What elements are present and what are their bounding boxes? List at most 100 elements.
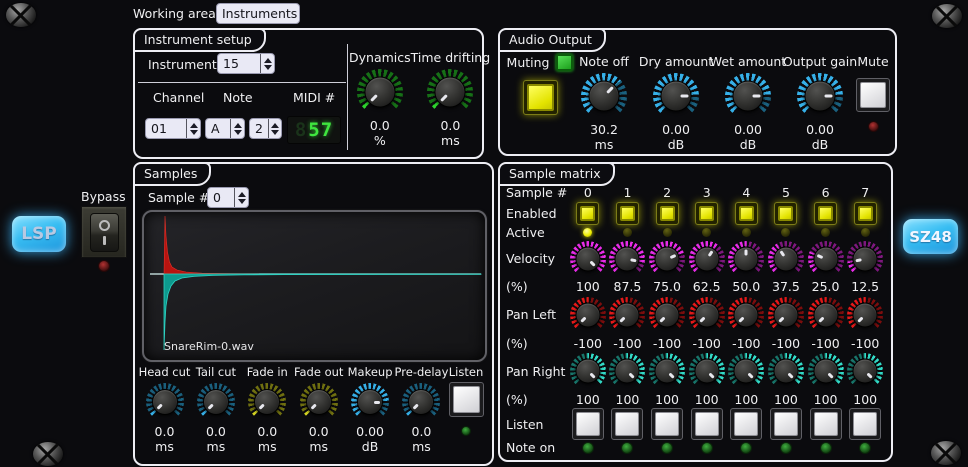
pan-right-knob[interactable] <box>768 353 804 389</box>
listen-button[interactable] <box>651 408 683 440</box>
velocity-knob[interactable] <box>728 241 764 277</box>
pan-left-knob[interactable] <box>649 297 685 333</box>
enabled-button[interactable] <box>814 202 837 225</box>
pan-left-knob[interactable] <box>808 297 844 333</box>
velocity-knob[interactable] <box>570 241 606 277</box>
pan-left-knob[interactable] <box>728 297 764 333</box>
pan-left-knob[interactable] <box>847 297 883 333</box>
velocity-knob[interactable] <box>847 241 883 277</box>
makeup-knob[interactable] <box>351 383 389 421</box>
instrument-knobs: Dynamics0.0%Time drifting0.0ms <box>349 50 480 148</box>
enabled-button[interactable] <box>656 202 679 225</box>
working-area-label: Working area <box>133 6 216 21</box>
velocity-value: 50.0 <box>727 279 767 294</box>
pan-left-knob[interactable] <box>570 297 606 333</box>
pan-left-value: -100 <box>568 336 608 351</box>
mute-button[interactable] <box>856 78 890 112</box>
fade-out-value: 0.0 <box>309 425 329 439</box>
spin-arrows-icon[interactable] <box>268 119 281 138</box>
pan-left-cell <box>845 297 885 333</box>
tail-cut-knob[interactable] <box>197 383 235 421</box>
velocity-cell <box>647 241 687 277</box>
output-gain-knob[interactable] <box>797 73 843 119</box>
velocity-knob[interactable] <box>609 241 645 277</box>
dynamics-knob[interactable] <box>357 69 403 115</box>
output-gain-unit: dB <box>812 137 829 152</box>
pan-right-knob[interactable] <box>689 353 725 389</box>
velocity-cell <box>687 241 727 277</box>
fade-in-knob[interactable] <box>248 383 286 421</box>
head-cut-knob[interactable] <box>146 383 184 421</box>
channel-value: 01 <box>146 119 186 138</box>
knob-cap <box>694 246 719 271</box>
velocity-knob[interactable] <box>808 241 844 277</box>
enabled-button[interactable] <box>576 202 599 225</box>
velocity-knob[interactable] <box>649 241 685 277</box>
pan-right-knob[interactable] <box>570 353 606 389</box>
time-drifting-value: 0.0 <box>440 119 460 133</box>
listen-button[interactable] <box>810 408 842 440</box>
waveform-display[interactable]: SnareRim-0.wav <box>142 210 487 362</box>
listen-button[interactable] <box>770 408 802 440</box>
listen-button[interactable] <box>730 408 762 440</box>
wet-amount-knob[interactable] <box>725 73 771 119</box>
listen-button[interactable] <box>849 408 881 440</box>
note-on-led <box>661 442 673 454</box>
pan-right-cell <box>727 353 767 389</box>
note-off-cell: Note off30.2ms <box>568 54 640 152</box>
enabled-button[interactable] <box>774 202 797 225</box>
channel-spinbox[interactable]: 01 <box>145 118 201 139</box>
sample-number-spinbox[interactable]: 0 <box>207 187 249 208</box>
velocity-knob[interactable] <box>689 241 725 277</box>
pan-right-cell <box>608 353 648 389</box>
pan-right-knob[interactable] <box>649 353 685 389</box>
pan-left-knob[interactable] <box>768 297 804 333</box>
knob-cap <box>575 302 600 327</box>
instrument-number-spinbox[interactable]: 15 <box>217 53 275 74</box>
working-area-combo[interactable]: Instruments <box>216 3 300 24</box>
muting-button[interactable] <box>523 80 558 115</box>
spin-arrows-icon[interactable] <box>234 188 248 207</box>
knob-cap <box>694 302 719 327</box>
enabled-button[interactable] <box>854 202 877 225</box>
matrix-cell <box>687 202 727 225</box>
pan-left-knob[interactable] <box>689 297 725 333</box>
bypass-switch[interactable] <box>81 206 127 258</box>
listen-button[interactable] <box>611 408 643 440</box>
power-off-icon <box>99 220 110 231</box>
pan-right-knob[interactable] <box>609 353 645 389</box>
pan-right-value: 100 <box>687 392 727 407</box>
pan-right-knob[interactable] <box>808 353 844 389</box>
sample-listen-button[interactable] <box>449 382 484 417</box>
enabled-button[interactable] <box>695 202 718 225</box>
working-area-value: Instruments <box>217 4 300 23</box>
dynamics-value: 0.0 <box>370 119 390 133</box>
octave-spinbox[interactable]: 2 <box>249 118 282 139</box>
knob-cap <box>661 81 692 112</box>
velocity-knob[interactable] <box>768 241 804 277</box>
pre-delay-knob[interactable] <box>402 383 440 421</box>
knob-cap <box>853 246 878 271</box>
pan-left-knob[interactable] <box>609 297 645 333</box>
enabled-button[interactable] <box>735 202 758 225</box>
listen-button-face <box>576 412 600 436</box>
note-on-led <box>740 442 752 454</box>
fade-out-knob[interactable] <box>300 383 338 421</box>
spin-arrows-icon[interactable] <box>230 119 244 138</box>
dry-amount-knob[interactable] <box>653 73 699 119</box>
listen-button[interactable] <box>691 408 723 440</box>
pan-right-knob[interactable] <box>847 353 883 389</box>
note-spinbox[interactable]: A <box>205 118 245 139</box>
product-badge: SZ48 <box>903 219 958 254</box>
note-off-knob[interactable] <box>581 73 627 119</box>
enabled-button[interactable] <box>616 202 639 225</box>
time-drifting-knob[interactable] <box>427 69 473 115</box>
makeup-cell: Makeup0.00dB <box>347 365 394 454</box>
lsp-logo[interactable]: LSP <box>12 216 66 252</box>
listen-button[interactable] <box>572 408 604 440</box>
screw-icon <box>6 3 36 27</box>
spin-arrows-icon[interactable] <box>186 119 200 138</box>
fade-in-value: 0.0 <box>257 425 277 439</box>
spin-arrows-icon[interactable] <box>260 54 274 73</box>
pan-right-knob[interactable] <box>728 353 764 389</box>
